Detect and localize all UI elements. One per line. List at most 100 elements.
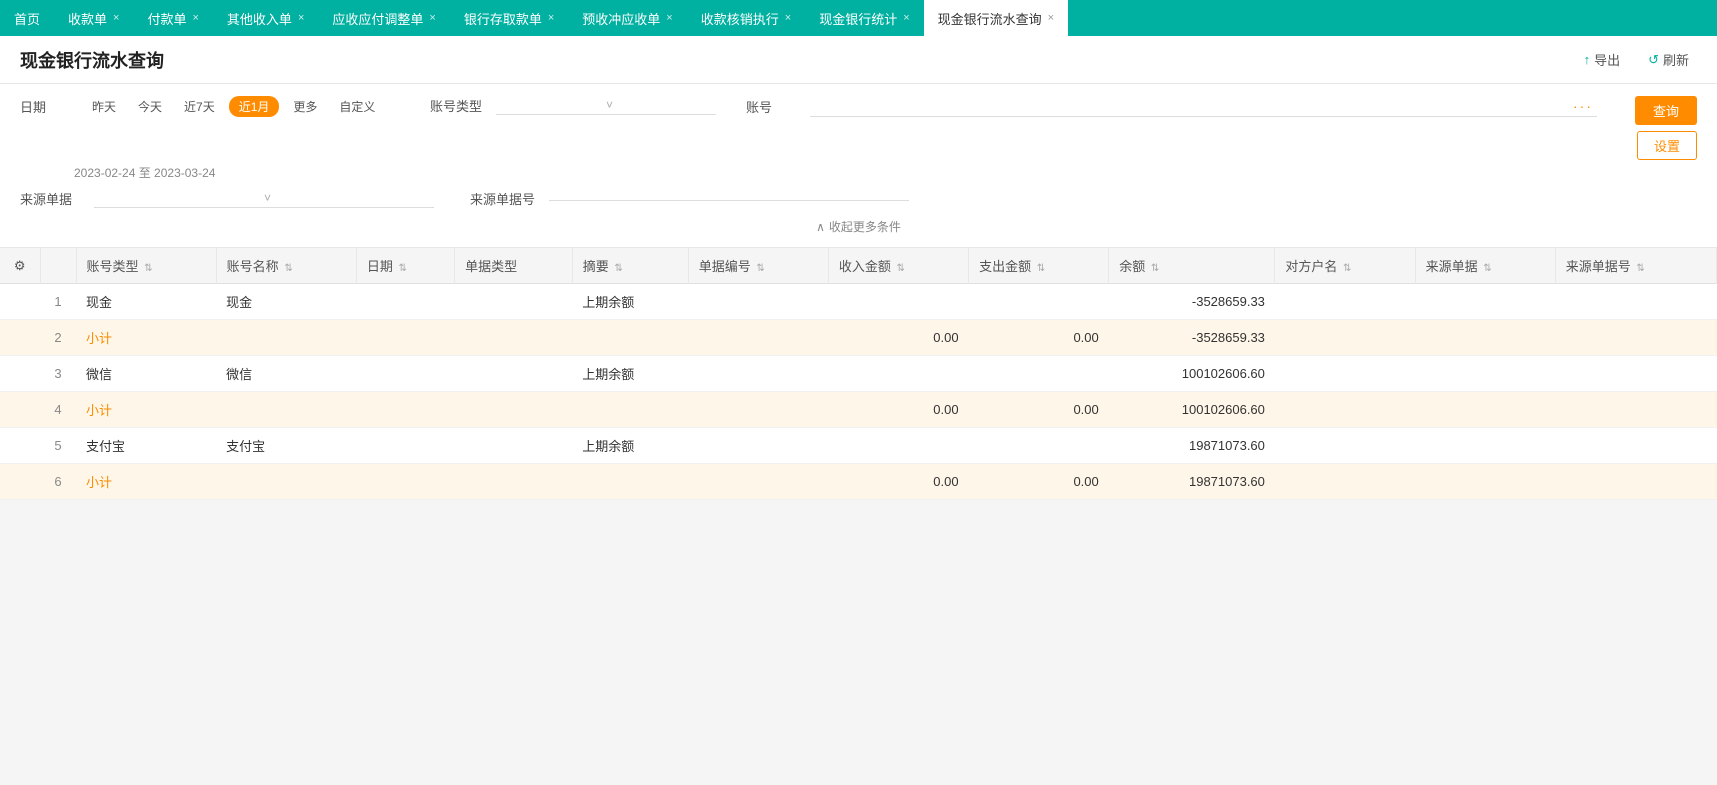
row-source-doc — [1415, 428, 1555, 464]
close-tab-7-icon[interactable]: × — [903, 12, 909, 24]
sort-source-doc-icon: ⇅ — [1483, 263, 1491, 274]
source-doc-select[interactable]: ˅ — [94, 189, 434, 208]
date-more[interactable]: 更多 — [285, 96, 325, 117]
nav-tab-3[interactable]: 应收应付调整单 × — [318, 0, 449, 36]
close-tab-4-icon[interactable]: × — [548, 12, 554, 24]
row-source-doc-no — [1555, 284, 1716, 320]
row-account-type: 现金 — [76, 284, 216, 320]
row-source-doc — [1415, 356, 1555, 392]
nav-tab-6[interactable]: 收款核销执行 × — [687, 0, 805, 36]
nav-tab-2[interactable]: 其他收入单 × — [213, 0, 318, 36]
account-input[interactable]: ··· — [810, 96, 1597, 117]
row-source-doc — [1415, 464, 1555, 500]
table-gear-icon[interactable]: ⚙ — [14, 258, 26, 273]
data-table: ⚙ 账号类型 ⇅ 账号名称 ⇅ 日期 ⇅ 单据类型 — [0, 248, 1717, 500]
row-balance: -3528659.33 — [1109, 284, 1275, 320]
col-header-counterpart[interactable]: 对方户名 ⇅ — [1275, 248, 1415, 284]
close-tab-2-icon[interactable]: × — [298, 12, 304, 24]
col-header-no — [40, 248, 76, 284]
collapse-up-icon: ∧ — [816, 220, 825, 234]
sort-source-doc-no-icon: ⇅ — [1636, 263, 1644, 274]
row-doc-no — [688, 464, 828, 500]
row-doc-type — [455, 320, 573, 356]
row-doc-no — [688, 284, 828, 320]
table-header-row: ⚙ 账号类型 ⇅ 账号名称 ⇅ 日期 ⇅ 单据类型 — [0, 248, 1717, 284]
nav-home[interactable]: 首页 — [0, 0, 54, 36]
close-tab-5-icon[interactable]: × — [666, 12, 672, 24]
col-header-income[interactable]: 收入金额 ⇅ — [828, 248, 968, 284]
source-doc-no-input[interactable] — [549, 196, 909, 201]
col-header-account-name[interactable]: 账号名称 ⇅ — [216, 248, 356, 284]
col-header-summary[interactable]: 摘要 ⇅ — [572, 248, 688, 284]
nav-tab-1[interactable]: 付款单 × — [133, 0, 212, 36]
table-body: 1 现金 现金 上期余额 -3528659.33 2 小计 0.00 0.00 … — [0, 284, 1717, 500]
sort-doc-no-icon: ⇅ — [756, 263, 764, 274]
settings-button[interactable]: 设置 — [1637, 131, 1697, 160]
row-date — [356, 428, 454, 464]
row-no: 5 — [40, 428, 76, 464]
row-counterpart — [1275, 392, 1415, 428]
close-tab-3-icon[interactable]: × — [429, 12, 435, 24]
row-balance: 100102606.60 — [1109, 356, 1275, 392]
row-summary: 上期余额 — [572, 284, 688, 320]
col-header-balance[interactable]: 余额 ⇅ — [1109, 248, 1275, 284]
col-header-doc-no[interactable]: 单据编号 ⇅ — [688, 248, 828, 284]
account-type-select[interactable]: ˅ — [496, 96, 716, 115]
date-1month[interactable]: 近1月 — [229, 96, 280, 117]
row-gear — [0, 356, 40, 392]
row-summary: 上期余额 — [572, 356, 688, 392]
row-date — [356, 392, 454, 428]
row-gear — [0, 284, 40, 320]
col-header-source-doc[interactable]: 来源单据 ⇅ — [1415, 248, 1555, 284]
nav-tab-4[interactable]: 银行存取款单 × — [450, 0, 568, 36]
account-dots-icon: ··· — [1573, 98, 1593, 114]
refresh-icon: ↺ — [1648, 52, 1659, 68]
sort-summary-icon: ⇅ — [614, 263, 622, 274]
close-tab-0-icon[interactable]: × — [113, 12, 119, 24]
nav-tab-8[interactable]: 现金银行流水查询 × — [924, 0, 1068, 36]
row-source-doc — [1415, 284, 1555, 320]
row-summary — [572, 464, 688, 500]
nav-tab-5[interactable]: 预收冲应收单 × — [568, 0, 686, 36]
row-doc-type — [455, 392, 573, 428]
row-summary: 上期余额 — [572, 428, 688, 464]
row-account-name: 微信 — [216, 356, 356, 392]
row-gear — [0, 464, 40, 500]
col-header-expense[interactable]: 支出金额 ⇅ — [969, 248, 1109, 284]
row-counterpart — [1275, 284, 1415, 320]
row-income: 0.00 — [828, 392, 968, 428]
col-header-source-doc-no[interactable]: 来源单据号 ⇅ — [1555, 248, 1716, 284]
collapse-bar[interactable]: ∧ 收起更多条件 — [20, 214, 1697, 239]
row-doc-no — [688, 320, 828, 356]
account-type-label: 账号类型 — [430, 96, 482, 115]
col-header-date[interactable]: 日期 ⇅ — [356, 248, 454, 284]
sort-balance-icon: ⇅ — [1151, 263, 1159, 274]
row-date — [356, 320, 454, 356]
refresh-button[interactable]: ↺ 刷新 — [1640, 46, 1697, 73]
row-counterpart — [1275, 428, 1415, 464]
row-doc-type — [455, 428, 573, 464]
col-header-account-type[interactable]: 账号类型 ⇅ — [76, 248, 216, 284]
date-7days[interactable]: 近7天 — [176, 96, 223, 117]
row-income: 0.00 — [828, 320, 968, 356]
close-tab-8-icon[interactable]: × — [1048, 12, 1054, 24]
query-button[interactable]: 查询 — [1635, 96, 1697, 125]
nav-tab-7[interactable]: 现金银行统计 × — [805, 0, 923, 36]
row-expense: 0.00 — [969, 320, 1109, 356]
date-custom[interactable]: 自定义 — [331, 96, 383, 117]
export-button[interactable]: ↑ 导出 — [1576, 46, 1629, 73]
sort-account-type-icon: ⇅ — [144, 263, 152, 274]
date-yesterday[interactable]: 昨天 — [84, 96, 124, 117]
date-today[interactable]: 今天 — [130, 96, 170, 117]
row-income — [828, 356, 968, 392]
sort-income-icon: ⇅ — [897, 263, 905, 274]
close-tab-6-icon[interactable]: × — [785, 12, 791, 24]
close-tab-1-icon[interactable]: × — [192, 12, 198, 24]
nav-tab-0[interactable]: 收款单 × — [54, 0, 133, 36]
header-actions: ↑ 导出 ↺ 刷新 — [1576, 46, 1697, 73]
row-account-name — [216, 320, 356, 356]
row-no: 3 — [40, 356, 76, 392]
row-doc-type — [455, 356, 573, 392]
row-summary — [572, 320, 688, 356]
col-header-gear[interactable]: ⚙ — [0, 248, 40, 284]
